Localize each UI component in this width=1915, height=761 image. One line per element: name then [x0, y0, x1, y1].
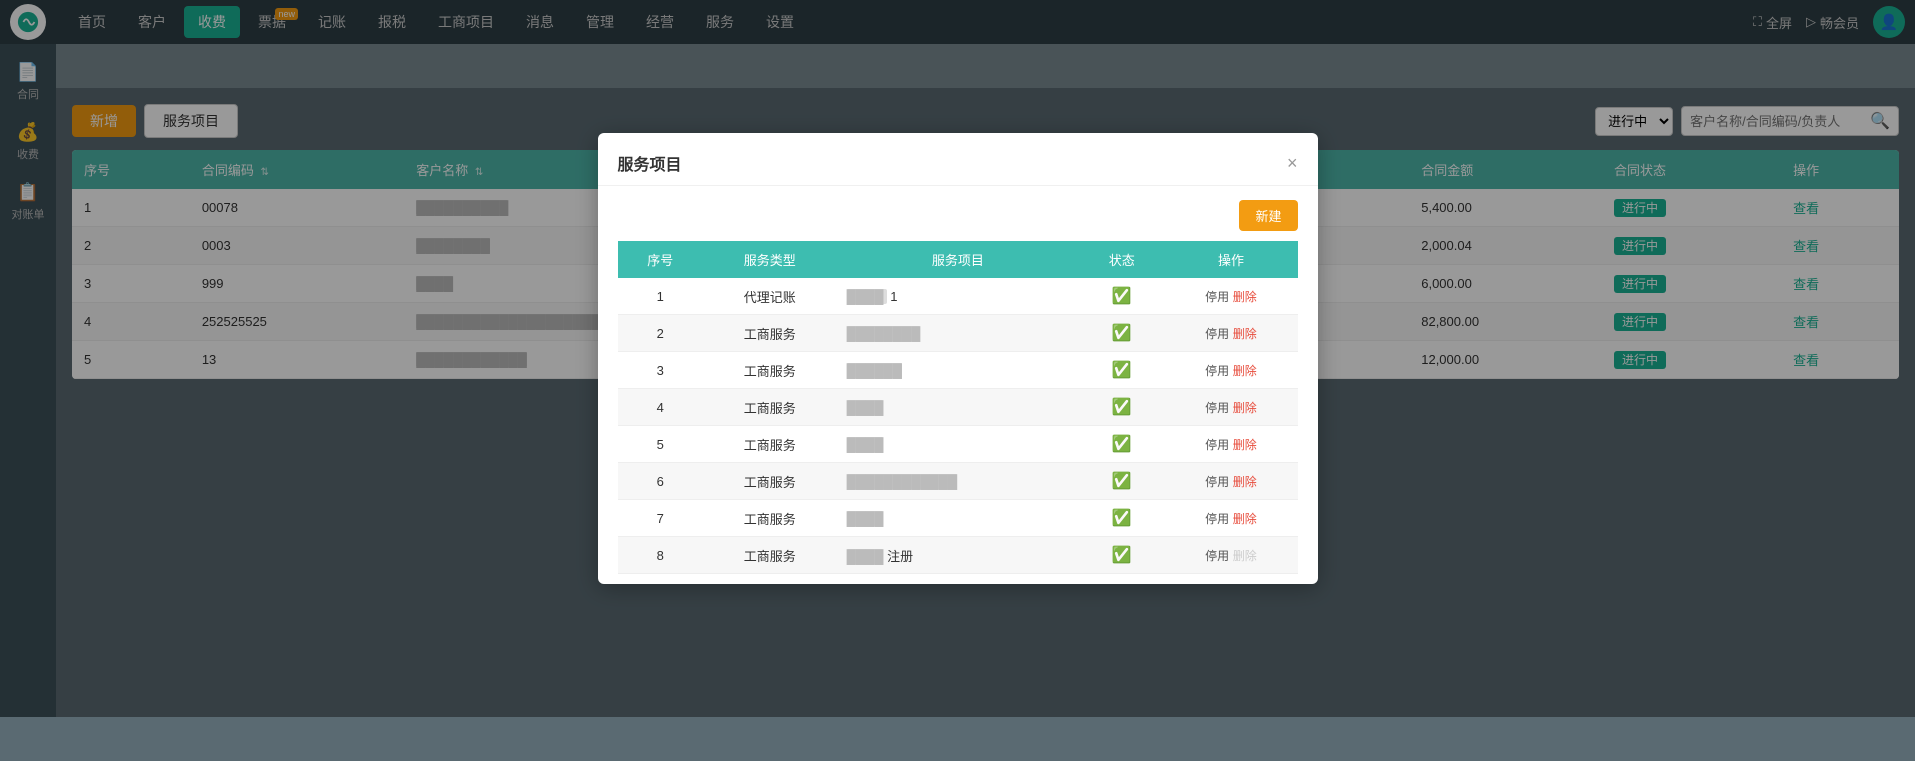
inner-table-row: 6 工商服务 ████████████ ✅ 停用 删除 [618, 463, 1298, 500]
inner-table-row: 7 工商服务 ████ ✅ 停用 删除 [618, 500, 1298, 537]
inner-table-row: 3 工商服务 ██████ ✅ 停用 删除 [618, 352, 1298, 389]
inner-table-row: 2 工商服务 ████████ ✅ 停用 删除 [618, 315, 1298, 352]
modal-close-button[interactable]: × [1287, 153, 1298, 174]
service-modal: 服务项目 × 新建 序号 服务类型 服务项目 状态 操作 [598, 133, 1318, 584]
inner-col-seq: 序号 [618, 241, 703, 278]
modal-header: 服务项目 × [598, 133, 1318, 186]
modal-overlay: 服务项目 × 新建 序号 服务类型 服务项目 状态 操作 [0, 0, 1915, 717]
inner-table-wrap[interactable]: 序号 服务类型 服务项目 状态 操作 1 代理记账 ████ 1 ✅ [618, 241, 1298, 574]
modal-toolbar: 新建 [618, 200, 1298, 231]
inner-table-row: 8 工商服务 ████ 注册 ✅ 停用 删除 [618, 537, 1298, 574]
modal-title: 服务项目 [618, 151, 682, 175]
inner-col-project: 服务项目 [837, 241, 1079, 278]
inner-col-action: 操作 [1164, 241, 1297, 278]
modal-new-button[interactable]: 新建 [1239, 200, 1297, 231]
modal-body: 新建 序号 服务类型 服务项目 状态 操作 [598, 186, 1318, 584]
inner-col-status: 状态 [1079, 241, 1164, 278]
inner-table-row: 5 工商服务 ████ ✅ 停用 删除 [618, 426, 1298, 463]
inner-table-header: 序号 服务类型 服务项目 状态 操作 [618, 241, 1298, 278]
inner-col-type: 服务类型 [703, 241, 837, 278]
service-table: 序号 服务类型 服务项目 状态 操作 1 代理记账 ████ 1 ✅ [618, 241, 1298, 574]
inner-table-row: 1 代理记账 ████ 1 ✅ 停用 删除 [618, 278, 1298, 315]
inner-table-row: 4 工商服务 ████ ✅ 停用 删除 [618, 389, 1298, 426]
